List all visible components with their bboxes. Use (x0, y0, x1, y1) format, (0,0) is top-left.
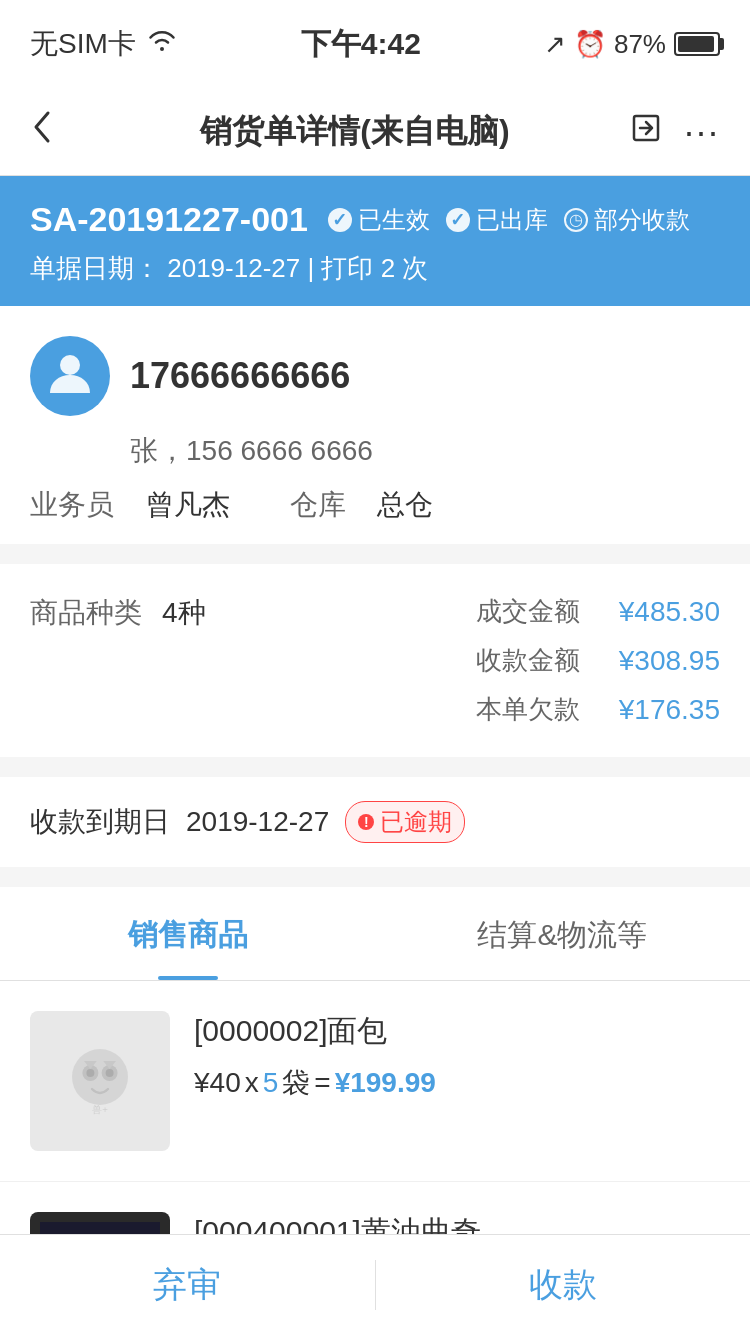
svg-point-6 (106, 1069, 114, 1077)
status-bar: 无SIM卡 下午4:42 ↗ ⏰ 87% (0, 0, 750, 88)
nav-actions: ··· (620, 110, 720, 153)
bottom-bar: 弃审 收款 (0, 1234, 750, 1334)
due-date-value: 2019-12-27 (186, 806, 329, 838)
tab-products[interactable]: 销售商品 (0, 887, 375, 980)
received-amount-row: 收款金额 ¥308.95 (476, 643, 720, 678)
print-separator: | (307, 253, 321, 283)
product-qty-1: 5 (263, 1067, 279, 1099)
cancel-button[interactable]: 弃审 (0, 1242, 375, 1328)
badge-effective: ✓ 已生效 (328, 204, 430, 236)
amounts: 成交金额 ¥485.30 收款金额 ¥308.95 本单欠款 ¥176.35 (476, 594, 720, 727)
order-date-value: 2019-12-27 (167, 253, 300, 283)
summary-section: 商品种类 4种 成交金额 ¥485.30 收款金额 ¥308.95 本单欠款 ¥… (0, 564, 750, 757)
order-header: SA-20191227-001 ✓ 已生效 ✓ 已出库 ◷ 部分收款 单据日期：… (0, 176, 750, 306)
product-price-row-1: ¥40 x 5 袋 = ¥199.99 (194, 1064, 720, 1102)
page-title: 销货单详情(来自电脑) (90, 110, 620, 154)
avatar (30, 336, 110, 416)
due-date-label: 收款到期日 (30, 803, 170, 841)
print-label: 打印 (321, 253, 373, 283)
badge-partial: ◷ 部分收款 (564, 204, 690, 236)
deal-amount-label: 成交金额 (476, 594, 580, 629)
due-date-section: 收款到期日 2019-12-27 ! 已逾期 (0, 777, 750, 867)
carrier-text: 无SIM卡 (30, 25, 136, 63)
price-separator-1: x (245, 1067, 259, 1099)
product-name-1: [0000002]面包 (194, 1011, 720, 1052)
svg-point-2 (72, 1049, 128, 1105)
product-types: 商品种类 4种 (30, 594, 206, 632)
received-label: 收款金额 (476, 643, 580, 678)
location-icon: ↗ (544, 29, 566, 60)
sales-meta: 业务员 曾凡杰 (30, 486, 230, 524)
order-date-row: 单据日期： 2019-12-27 | 打印 2 次 (30, 251, 720, 286)
wifi-icon (146, 28, 178, 60)
battery-icon (674, 32, 720, 56)
time-display: 下午4:42 (301, 24, 421, 65)
user-icon (46, 347, 94, 406)
tabs-row: 销售商品 结算&物流等 (0, 887, 750, 981)
check-icon-shipped: ✓ (446, 208, 470, 232)
more-icon[interactable]: ··· (684, 111, 720, 153)
confirm-button[interactable]: 收款 (376, 1242, 751, 1328)
print-unit: 次 (402, 253, 428, 283)
tabs-section: 销售商品 结算&物流等 (0, 887, 750, 981)
equals-1: = (314, 1067, 330, 1099)
check-icon-effective: ✓ (328, 208, 352, 232)
debt-label: 本单欠款 (476, 692, 580, 727)
product-info-1: [0000002]面包 ¥40 x 5 袋 = ¥199.99 (194, 1011, 720, 1102)
warehouse-meta: 仓库 总仓 (290, 486, 434, 524)
product-types-value: 4种 (162, 594, 206, 632)
nav-bar: 销货单详情(来自电脑) ··· (0, 88, 750, 176)
deal-amount-value: ¥485.30 (600, 596, 720, 628)
warehouse-label: 仓库 (290, 489, 346, 520)
customer-name: 张，156 6666 6666 (130, 432, 720, 470)
overdue-label: 已逾期 (380, 806, 452, 838)
product-price-1: ¥40 (194, 1067, 241, 1099)
warehouse-value: 总仓 (377, 489, 433, 520)
svg-point-5 (86, 1069, 94, 1077)
customer-id-row: 17666666666 (30, 336, 720, 416)
debt-value: ¥176.35 (600, 694, 720, 726)
back-button[interactable] (30, 107, 90, 156)
status-left: 无SIM卡 (30, 25, 178, 63)
product-total-1: ¥199.99 (335, 1067, 436, 1099)
clock-icon: ◷ (564, 208, 588, 232)
received-value: ¥308.95 (600, 645, 720, 677)
deal-amount-row: 成交金额 ¥485.30 (476, 594, 720, 629)
product-types-label: 商品种类 (30, 594, 142, 632)
customer-meta: 业务员 曾凡杰 仓库 总仓 (30, 486, 720, 524)
date-label: 单据日期： (30, 253, 160, 283)
order-id: SA-20191227-001 (30, 200, 308, 239)
sales-value: 曾凡杰 (146, 489, 230, 520)
sales-label: 业务员 (30, 489, 114, 520)
debt-amount-row: 本单欠款 ¥176.35 (476, 692, 720, 727)
product-unit-1: 袋 (282, 1064, 310, 1102)
badge-shipped: ✓ 已出库 (446, 204, 548, 236)
share-icon[interactable] (628, 110, 664, 153)
overdue-badge: ! 已逾期 (345, 801, 465, 843)
battery-percent: 87% (614, 29, 666, 60)
svg-text:兽+: 兽+ (92, 1104, 108, 1115)
product-thumbnail-1: 兽+ (30, 1011, 170, 1151)
order-badges: ✓ 已生效 ✓ 已出库 ◷ 部分收款 (328, 204, 690, 236)
alarm-icon: ⏰ (574, 29, 606, 60)
customer-phone: 17666666666 (130, 355, 350, 397)
customer-section: 17666666666 张，156 6666 6666 业务员 曾凡杰 仓库 总… (0, 306, 750, 544)
print-count: 2 (381, 253, 395, 283)
overdue-icon: ! (358, 814, 374, 830)
status-right: ↗ ⏰ 87% (544, 29, 720, 60)
product-item: 兽+ [0000002]面包 ¥40 x 5 袋 = ¥199.99 (0, 981, 750, 1182)
tab-settlement[interactable]: 结算&物流等 (375, 887, 750, 980)
svg-point-1 (60, 355, 80, 375)
